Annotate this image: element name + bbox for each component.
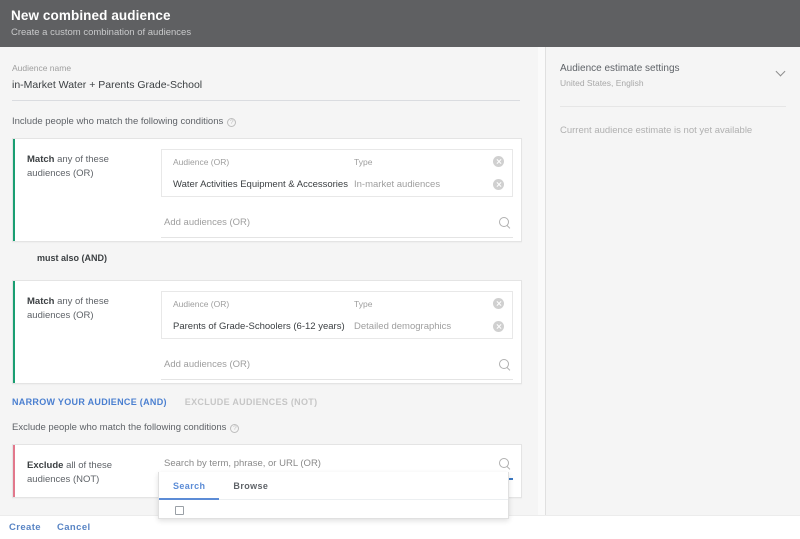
add-audiences-placeholder: Add audiences (OR) (164, 217, 251, 228)
remove-all-cell[interactable] (482, 298, 504, 309)
audience-name-cell: Parents of Grade-Schoolers (6-12 years) (173, 321, 345, 332)
audience-estimate-settings[interactable]: Audience estimate settings United States… (560, 62, 786, 90)
page-subtitle: Create a custom combination of audiences (11, 27, 192, 38)
exclude-keyword: Exclude (27, 460, 64, 471)
and-connector-label: must also (AND) (37, 252, 108, 263)
tab-browse[interactable]: Browse (219, 472, 282, 499)
table-row: Water Activities Equipment & Accessories… (162, 173, 512, 196)
column-header-type: Type (354, 156, 373, 167)
search-icon[interactable] (499, 359, 510, 370)
exclude-group-label: Exclude all of these audiences (NOT) (13, 445, 153, 497)
audience-name-field[interactable]: Audience name in-Market Water + Parents … (12, 62, 522, 101)
tab-search[interactable]: Search (159, 472, 220, 500)
audience-name-underline (12, 100, 520, 101)
audience-name-input[interactable]: in-Market Water + Parents Grade-School (12, 77, 522, 94)
audience-search-dropdown: Search Browse (158, 472, 509, 519)
audience-table: Audience (OR) Type Water Activities Equi… (161, 149, 513, 197)
column-header-audience: Audience (OR) (173, 298, 230, 309)
close-icon[interactable] (493, 298, 504, 309)
exclude-search-input[interactable]: Search by term, phrase, or URL (OR) (161, 458, 513, 469)
include-group-card: Match any of these audiences (OR) Audien… (12, 280, 522, 384)
chevron-down-icon[interactable] (776, 66, 786, 76)
search-icon[interactable] (499, 217, 510, 228)
remove-all-cell[interactable] (482, 156, 504, 167)
include-accent-bar (13, 139, 15, 241)
sidebar-divider (560, 106, 786, 107)
include-group-body: Audience (OR) Type Water Activities Equi… (153, 139, 521, 241)
cancel-button[interactable]: Cancel (57, 522, 91, 533)
audience-estimate-note: Current audience estimate is not yet ava… (560, 125, 753, 136)
table-header-row: Audience (OR) Type (162, 150, 512, 173)
match-keyword: Match (27, 296, 55, 307)
column-header-type: Type (354, 298, 373, 309)
close-icon[interactable] (493, 321, 504, 332)
include-accent-bar (13, 281, 15, 383)
page-title: New combined audience (11, 8, 171, 23)
match-keyword: Match (27, 154, 55, 165)
add-audiences-input[interactable]: Add audiences (OR) (161, 217, 513, 228)
table-header-row: Audience (OR) Type (162, 292, 512, 315)
exclude-audiences-link[interactable]: Exclude audiences (NOT) (185, 397, 318, 407)
exclude-conditions-label: Exclude people who match the following c… (12, 421, 522, 435)
audience-action-links: Narrow your audience (AND) Exclude audie… (12, 397, 522, 407)
narrow-audience-link[interactable]: Narrow your audience (AND) (12, 397, 167, 407)
audience-type-cell: In-market audiences (354, 179, 441, 190)
add-audiences-input[interactable]: Add audiences (OR) (161, 359, 513, 370)
page-header: New combined audience Create a custom co… (0, 0, 800, 47)
main-pane: Audience name in-Market Water + Parents … (0, 47, 540, 515)
app-root: New combined audience Create a custom co… (0, 0, 800, 539)
close-icon[interactable] (493, 179, 504, 190)
result-checkbox[interactable] (175, 506, 184, 515)
close-icon[interactable] (493, 156, 504, 167)
sidebar-title: Audience estimate settings (560, 63, 680, 74)
help-icon[interactable] (230, 423, 240, 434)
dropdown-tabs: Search Browse (159, 472, 508, 500)
audience-table: Audience (OR) Type Parents of Grade-Scho… (161, 291, 513, 339)
main-scrollbar-track[interactable] (538, 47, 545, 515)
include-group-label: Match any of these audiences (OR) (13, 139, 153, 241)
exclude-search-placeholder: Search by term, phrase, or URL (OR) (164, 458, 321, 469)
sidebar-pane: Audience estimate settings United States… (546, 47, 800, 515)
exclude-accent-bar (13, 445, 15, 497)
column-header-audience: Audience (OR) (173, 156, 230, 167)
remove-row-cell[interactable] (482, 321, 504, 332)
audience-name-label: Audience name (12, 63, 72, 73)
and-connector: must also (AND) (26, 244, 522, 271)
include-group-card: Match any of these audiences (OR) Audien… (12, 138, 522, 242)
include-conditions-text: Include people who match the following c… (12, 116, 224, 127)
add-audiences-underline (161, 237, 513, 238)
audience-type-cell: Detailed demographics (354, 321, 452, 332)
help-icon[interactable] (227, 117, 237, 128)
sidebar-subtitle: United States, English (560, 78, 644, 88)
audience-name-cell: Water Activities Equipment & Accessories (173, 179, 348, 190)
add-audiences-underline (161, 379, 513, 380)
add-audiences-placeholder: Add audiences (OR) (164, 359, 251, 370)
remove-row-cell[interactable] (482, 179, 504, 190)
include-group-label: Match any of these audiences (OR) (13, 281, 153, 383)
exclude-conditions-text: Exclude people who match the following c… (12, 422, 227, 433)
create-button[interactable]: Create (9, 522, 41, 533)
include-conditions-label: Include people who match the following c… (12, 115, 522, 129)
include-group-body: Audience (OR) Type Parents of Grade-Scho… (153, 281, 521, 383)
search-icon[interactable] (499, 458, 510, 469)
dropdown-results-list (159, 500, 508, 518)
table-row: Parents of Grade-Schoolers (6-12 years) … (162, 315, 512, 338)
